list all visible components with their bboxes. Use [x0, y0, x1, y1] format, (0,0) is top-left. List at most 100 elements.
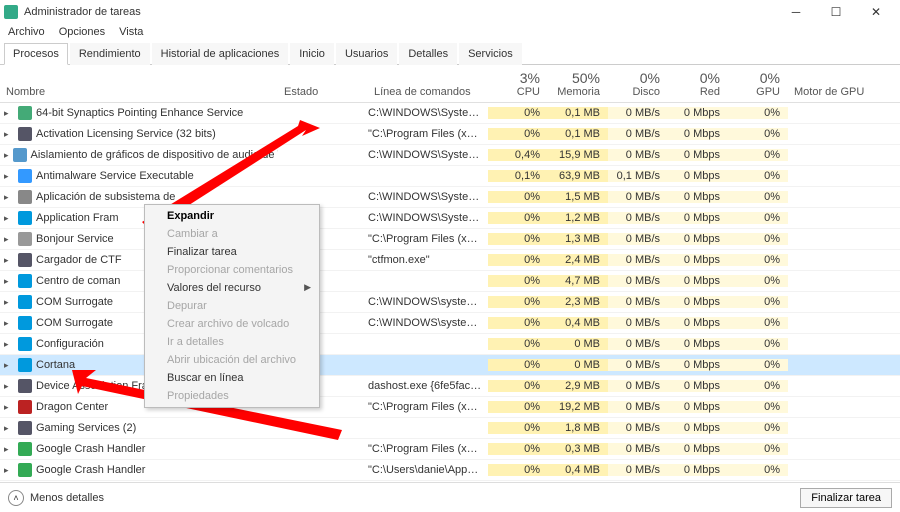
tab-apphistory[interactable]: Historial de aplicaciones [152, 43, 289, 65]
maximize-button[interactable]: ☐ [816, 0, 856, 24]
minimize-button[interactable]: ─ [776, 0, 816, 24]
chevron-right-icon[interactable]: ▸ [4, 234, 14, 245]
end-task-button[interactable]: Finalizar tarea [800, 488, 892, 508]
tab-services[interactable]: Servicios [459, 43, 522, 65]
table-row[interactable]: ▸Gaming Services (2)0%1,8 MB0 MB/s0 Mbps… [0, 418, 900, 439]
tab-details[interactable]: Detalles [399, 43, 457, 65]
table-row[interactable]: ▸Aplicación de subsistema de …C:\WINDOWS… [0, 187, 900, 208]
table-row[interactable]: ▸Bonjour Service"C:\Program Files (x86)\… [0, 229, 900, 250]
chevron-right-icon[interactable]: ▸ [4, 129, 14, 140]
cmdline: C:\WINDOWS\System32\AUDIO… [368, 149, 488, 161]
chevron-right-icon[interactable]: ▸ [4, 150, 9, 161]
gpu-cell: 0% [728, 233, 788, 245]
table-row[interactable]: ▸Cortana🍂0%0 MB0 MB/s0 Mbps0% [0, 355, 900, 376]
tab-processes[interactable]: Procesos [4, 43, 68, 65]
process-name: Bonjour Service [36, 233, 114, 245]
gpu-cell: 0% [728, 275, 788, 287]
cpu-cell: 0% [488, 401, 548, 413]
process-icon [18, 127, 32, 141]
process-icon [18, 274, 32, 288]
process-icon [18, 190, 32, 204]
mem-cell: 63,9 MB [548, 170, 608, 182]
process-name: Cortana [36, 359, 75, 371]
tab-startup[interactable]: Inicio [290, 43, 334, 65]
chevron-right-icon[interactable]: ▸ [4, 213, 14, 224]
chevron-right-icon[interactable]: ▸ [4, 423, 14, 434]
net-cell: 0 Mbps [668, 149, 728, 161]
chevron-right-icon[interactable]: ▸ [4, 192, 14, 203]
cmdline: C:\WINDOWS\System32\SynTPE… [368, 107, 488, 119]
tab-performance[interactable]: Rendimiento [70, 43, 150, 65]
disk-cell: 0 MB/s [608, 128, 668, 140]
disk-cell: 0 MB/s [608, 464, 668, 476]
cpu-cell: 0% [488, 422, 548, 434]
process-name: Application Fram [36, 212, 119, 224]
disk-cell: 0 MB/s [608, 338, 668, 350]
table-row[interactable]: ▸Application FramC:\WINDOWS\System32\App… [0, 208, 900, 229]
chevron-right-icon[interactable]: ▸ [4, 318, 14, 329]
process-icon [18, 295, 32, 309]
table-row[interactable]: ▸Activation Licensing Service (32 bits)"… [0, 124, 900, 145]
menu-view[interactable]: Vista [119, 26, 143, 38]
table-row[interactable]: ▸Google Crash Handler"C:\Users\danie\App… [0, 460, 900, 481]
chevron-right-icon[interactable]: ▸ [4, 255, 14, 266]
header-gpu[interactable]: 0%GPU [728, 66, 788, 102]
mem-cell: 1,5 MB [548, 191, 608, 203]
chevron-right-icon[interactable]: ▸ [4, 381, 14, 392]
header-disk[interactable]: 0%Disco [608, 66, 668, 102]
context-menu-item[interactable]: Finalizar tarea [145, 243, 319, 261]
header-name[interactable]: Nombre [0, 82, 278, 102]
gpu-cell: 0% [728, 212, 788, 224]
process-list[interactable]: ▸64-bit Synaptics Pointing Enhance Servi… [0, 103, 900, 489]
table-row[interactable]: ▸Device Association Framework Provider H… [0, 376, 900, 397]
process-name: Google Crash Handler [36, 443, 145, 455]
disk-cell: 0 MB/s [608, 359, 668, 371]
close-button[interactable]: ✕ [856, 0, 896, 24]
disk-cell: 0 MB/s [608, 254, 668, 266]
header-gpueng[interactable]: Motor de GPU [788, 82, 900, 102]
chevron-right-icon[interactable]: ▸ [4, 465, 14, 476]
chevron-right-icon[interactable]: ▸ [4, 339, 14, 350]
table-row[interactable]: ▸64-bit Synaptics Pointing Enhance Servi… [0, 103, 900, 124]
cpu-cell: 0% [488, 380, 548, 392]
context-menu-item[interactable]: Buscar en línea [145, 369, 319, 387]
mem-cell: 2,9 MB [548, 380, 608, 392]
menu-options[interactable]: Opciones [59, 26, 105, 38]
table-row[interactable]: ▸Antimalware Service Executable0,1%63,9 … [0, 166, 900, 187]
menu-file[interactable]: Archivo [8, 26, 45, 38]
chevron-right-icon[interactable]: ▸ [4, 171, 14, 182]
tab-users[interactable]: Usuarios [336, 43, 397, 65]
chevron-right-icon[interactable]: ▸ [4, 360, 14, 371]
fewer-details[interactable]: ˄ Menos detalles [8, 490, 104, 506]
chevron-right-icon[interactable]: ▸ [4, 444, 14, 455]
table-row[interactable]: ▸Google Crash Handler"C:\Program Files (… [0, 439, 900, 460]
net-cell: 0 Mbps [668, 275, 728, 287]
chevron-right-icon[interactable]: ▸ [4, 297, 14, 308]
table-row[interactable]: ▸Centro de coman0%4,7 MB0 MB/s0 Mbps0% [0, 271, 900, 292]
chevron-right-icon[interactable]: ▸ [4, 402, 14, 413]
cpu-cell: 0% [488, 254, 548, 266]
disk-cell: 0 MB/s [608, 422, 668, 434]
cmdline: "C:\Users\danie\AppData\Local\… [368, 464, 488, 476]
context-menu-item: Proporcionar comentarios [145, 261, 319, 279]
context-menu: ExpandirCambiar aFinalizar tareaProporci… [144, 204, 320, 408]
header-net[interactable]: 0%Red [668, 66, 728, 102]
table-row[interactable]: ▸Aislamiento de gráficos de dispositivo … [0, 145, 900, 166]
header-cpu[interactable]: 3%CPU [488, 66, 548, 102]
header-cmd[interactable]: Línea de comandos [368, 82, 488, 102]
chevron-right-icon[interactable]: ▸ [4, 108, 14, 119]
process-icon [18, 253, 32, 267]
header-status[interactable]: Estado [278, 82, 368, 102]
context-menu-item[interactable]: Valores del recurso▶ [145, 279, 319, 297]
statusbar: ˄ Menos detalles Finalizar tarea [0, 482, 900, 512]
table-row[interactable]: ▸Dragon Center"C:\Program Files (x86)\MS… [0, 397, 900, 418]
mem-cell: 2,3 MB [548, 296, 608, 308]
cpu-cell: 0% [488, 296, 548, 308]
table-row[interactable]: ▸Cargador de CTF"ctfmon.exe"0%2,4 MB0 MB… [0, 250, 900, 271]
context-menu-item[interactable]: Expandir [145, 207, 319, 225]
header-mem[interactable]: 50%Memoria [548, 66, 608, 102]
table-row[interactable]: ▸COM SurrogateC:\WINDOWS\system32\DllHos… [0, 292, 900, 313]
table-row[interactable]: ▸COM SurrogateC:\WINDOWS\system32\DllHos… [0, 313, 900, 334]
chevron-right-icon[interactable]: ▸ [4, 276, 14, 287]
table-row[interactable]: ▸Configuración🍂0%0 MB0 MB/s0 Mbps0% [0, 334, 900, 355]
